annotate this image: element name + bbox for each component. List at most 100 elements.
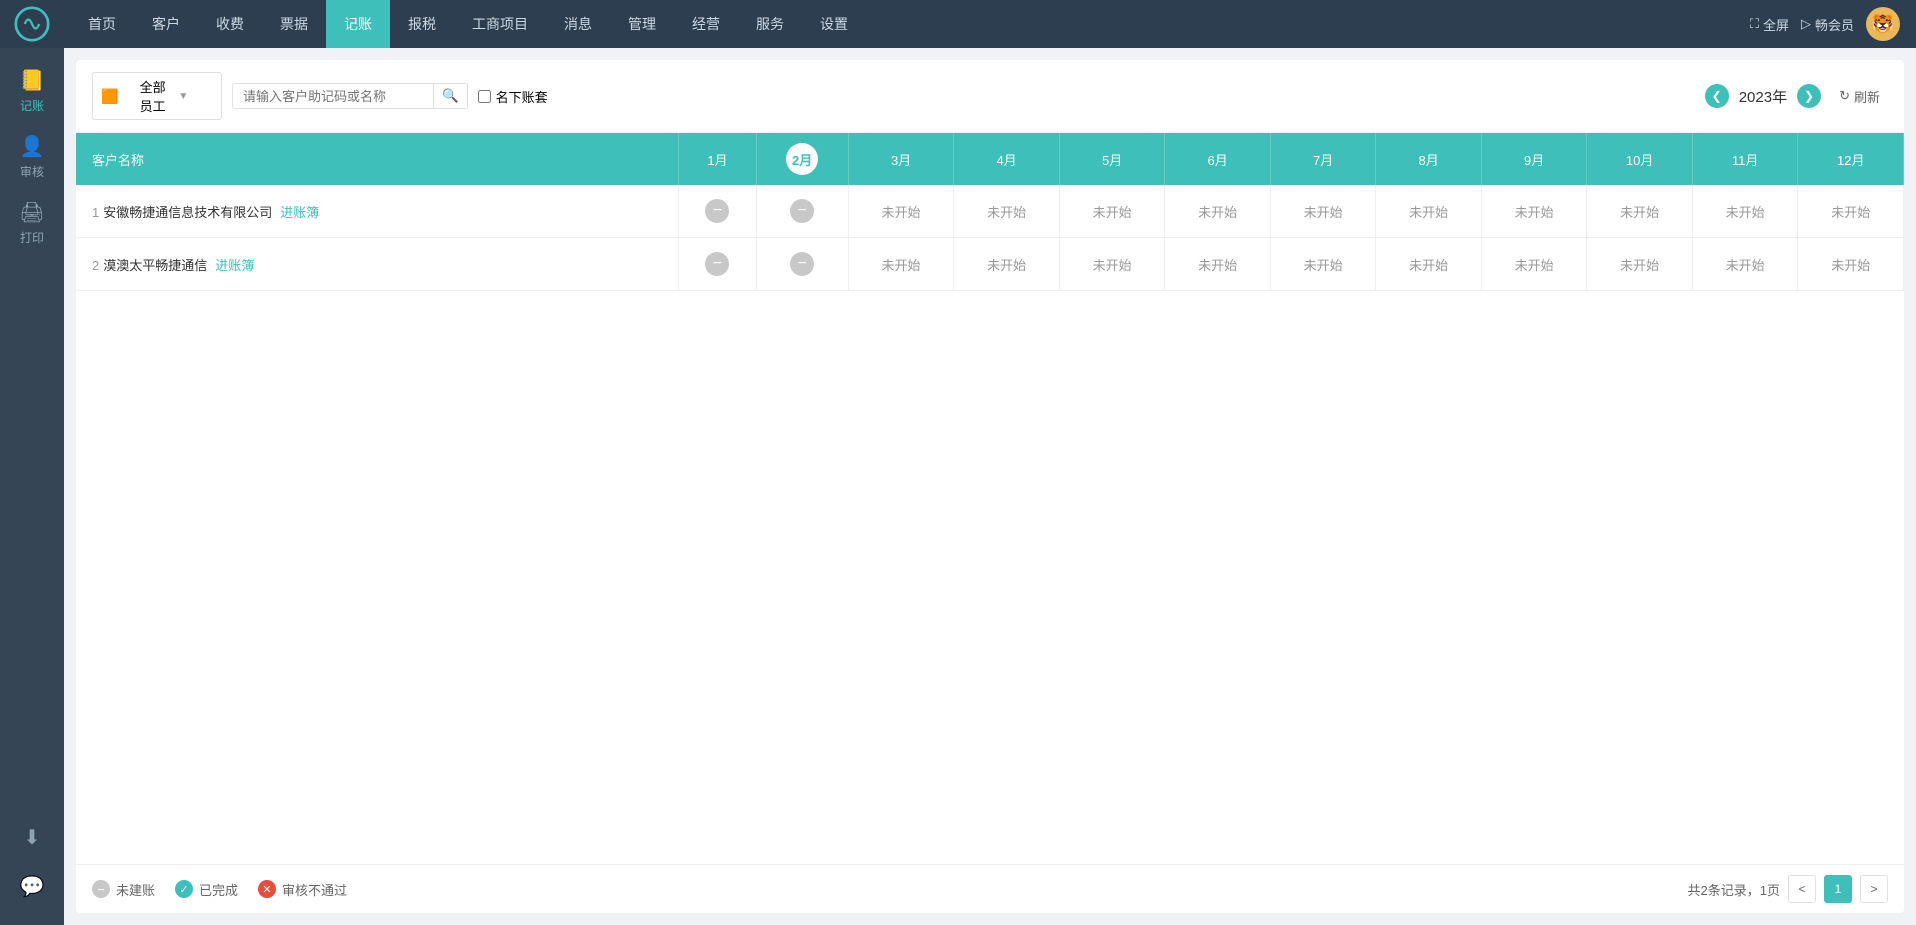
status-not-started: 未开始 xyxy=(1198,258,1237,273)
month-cell-1-2[interactable]: 未开始 xyxy=(848,238,954,291)
month-cell-0-10[interactable]: 未开始 xyxy=(1692,185,1798,238)
sidebar-item-audit-label: 审核 xyxy=(20,163,44,180)
sidebar-item-audit[interactable]: 👤 审核 xyxy=(0,124,64,190)
table-container: 客户名称 1月 2月 3月 4月 5月 6月 7月 8月 9月 10月 11月 xyxy=(76,133,1904,864)
avatar[interactable]: 🐯 xyxy=(1866,7,1900,41)
page-1-button[interactable]: 1 xyxy=(1824,875,1852,903)
month-cell-1-6[interactable]: 未开始 xyxy=(1270,238,1376,291)
employee-select[interactable]: 🟧 全部员工 ▼ xyxy=(92,72,222,120)
month-cell-0-11[interactable]: 未开始 xyxy=(1798,185,1904,238)
col-apr: 4月 xyxy=(954,133,1060,185)
prev-page-button[interactable]: < xyxy=(1788,875,1816,903)
search-button[interactable]: 🔍 xyxy=(433,84,467,108)
logo xyxy=(0,0,64,48)
refresh-icon: ↻ xyxy=(1839,88,1850,104)
month-cell-1-10[interactable]: 未开始 xyxy=(1692,238,1798,291)
col-nov: 11月 xyxy=(1692,133,1798,185)
nav-fee[interactable]: 收费 xyxy=(198,0,262,48)
status-not-started: 未开始 xyxy=(1304,258,1343,273)
next-year-button[interactable]: ❯ xyxy=(1797,84,1821,108)
top-nav: 首页 客户 收费 票据 记账 报税 工商项目 消息 管理 经营 服务 设置 ⛶ … xyxy=(0,0,1916,48)
status-not-started: 未开始 xyxy=(1304,205,1343,220)
month-cell-1-0[interactable]: − xyxy=(679,238,756,291)
month-cell-0-6[interactable]: 未开始 xyxy=(1270,185,1376,238)
table-header-row: 客户名称 1月 2月 3月 4月 5月 6月 7月 8月 9月 10月 11月 xyxy=(76,133,1904,185)
member-btn[interactable]: ▷ 畅会员 xyxy=(1801,15,1854,34)
nav-home[interactable]: 首页 xyxy=(70,0,134,48)
month-cell-0-1[interactable]: − xyxy=(756,185,848,238)
client-name-cell: 2漠澳太平畅捷通信进账簿 xyxy=(76,238,679,291)
sidebar-item-print[interactable]: 🖨 打印 xyxy=(0,190,64,256)
legend-check-icon: ✓ xyxy=(175,880,193,898)
search-input[interactable] xyxy=(233,85,433,108)
status-not-started: 未开始 xyxy=(1831,258,1870,273)
nav-message[interactable]: 消息 xyxy=(546,0,610,48)
month-cell-1-8[interactable]: 未开始 xyxy=(1481,238,1587,291)
bookkeeping-icon: 📒 xyxy=(20,68,45,93)
nav-manage[interactable]: 管理 xyxy=(610,0,674,48)
legend-x-icon: ✕ xyxy=(258,880,276,898)
refresh-label: 刷新 xyxy=(1854,87,1880,106)
pagination: 共2条记录，1页 < 1 > xyxy=(1688,875,1888,903)
member-label: 畅会员 xyxy=(1815,15,1854,34)
status-not-started: 未开始 xyxy=(882,205,921,220)
status-not-started: 未开始 xyxy=(882,258,921,273)
sidebar-item-download[interactable]: ⬇ xyxy=(20,815,45,860)
employee-icon: 🟧 xyxy=(101,88,136,105)
content-area: 🟧 全部员工 ▼ 🔍 名下账套 ❮ 2023年 ❯ ↻ 刷新 xyxy=(76,60,1904,913)
nav-business[interactable]: 工商项目 xyxy=(454,0,546,48)
nav-bookkeeping[interactable]: 记账 xyxy=(326,0,390,48)
nav-operation[interactable]: 经营 xyxy=(674,0,738,48)
month-cell-1-7[interactable]: 未开始 xyxy=(1376,238,1482,291)
print-icon: 🖨 xyxy=(19,200,44,225)
col-oct: 10月 xyxy=(1587,133,1693,185)
month-cell-1-5[interactable]: 未开始 xyxy=(1165,238,1271,291)
nav-settings[interactable]: 设置 xyxy=(802,0,866,48)
month-cell-0-2[interactable]: 未开始 xyxy=(848,185,954,238)
legend-not-created: − 未建账 xyxy=(92,880,155,899)
refresh-button[interactable]: ↻ 刷新 xyxy=(1831,83,1888,110)
year-text: 2023年 xyxy=(1739,86,1787,107)
next-page-button[interactable]: > xyxy=(1860,875,1888,903)
checkbox-label: 名下账套 xyxy=(496,87,548,106)
status-minus-icon: − xyxy=(790,199,814,223)
enter-ledger-link[interactable]: 进账簿 xyxy=(280,205,319,220)
month-cell-1-1[interactable]: − xyxy=(756,238,848,291)
col-jul: 7月 xyxy=(1270,133,1376,185)
month-cell-0-4[interactable]: 未开始 xyxy=(1059,185,1165,238)
member-icon: ▷ xyxy=(1801,16,1811,32)
col-may: 5月 xyxy=(1059,133,1165,185)
myaccounts-checkbox[interactable] xyxy=(478,90,491,103)
sidebar-item-bookkeeping-label: 记账 xyxy=(20,97,44,114)
month-cell-0-7[interactable]: 未开始 xyxy=(1376,185,1482,238)
sidebar-item-bookkeeping[interactable]: 📒 记账 xyxy=(0,58,64,124)
prev-year-button[interactable]: ❮ xyxy=(1705,84,1729,108)
nav-service[interactable]: 服务 xyxy=(738,0,802,48)
nav-client[interactable]: 客户 xyxy=(134,0,198,48)
status-not-started: 未开始 xyxy=(1620,258,1659,273)
nav-invoice[interactable]: 票据 xyxy=(262,0,326,48)
month-cell-0-0[interactable]: − xyxy=(679,185,756,238)
nav-tax[interactable]: 报税 xyxy=(390,0,454,48)
client-name-cell: 1安徽畅捷通信息技术有限公司进账簿 xyxy=(76,185,679,238)
month-cell-1-9[interactable]: 未开始 xyxy=(1587,238,1693,291)
month-cell-0-9[interactable]: 未开始 xyxy=(1587,185,1693,238)
month-cell-0-5[interactable]: 未开始 xyxy=(1165,185,1271,238)
sidebar-item-chat[interactable]: 💬 xyxy=(20,864,45,909)
main-table: 客户名称 1月 2月 3月 4月 5月 6月 7月 8月 9月 10月 11月 xyxy=(76,133,1904,291)
month-cell-0-8[interactable]: 未开始 xyxy=(1481,185,1587,238)
checkbox-wrap[interactable]: 名下账套 xyxy=(478,87,548,106)
month-cell-1-3[interactable]: 未开始 xyxy=(954,238,1060,291)
month-cell-1-11[interactable]: 未开始 xyxy=(1798,238,1904,291)
legend-completed-label: 已完成 xyxy=(199,880,238,899)
month-cell-0-3[interactable]: 未开始 xyxy=(954,185,1060,238)
status-not-started: 未开始 xyxy=(1409,205,1448,220)
col-mar: 3月 xyxy=(848,133,954,185)
status-not-started: 未开始 xyxy=(1093,205,1132,220)
col-aug: 8月 xyxy=(1376,133,1482,185)
month-cell-1-4[interactable]: 未开始 xyxy=(1059,238,1165,291)
fullscreen-btn[interactable]: ⛶ 全屏 xyxy=(1750,15,1789,34)
col-sep: 9月 xyxy=(1481,133,1587,185)
status-not-started: 未开始 xyxy=(1515,205,1554,220)
enter-ledger-link[interactable]: 进账簿 xyxy=(215,258,254,273)
